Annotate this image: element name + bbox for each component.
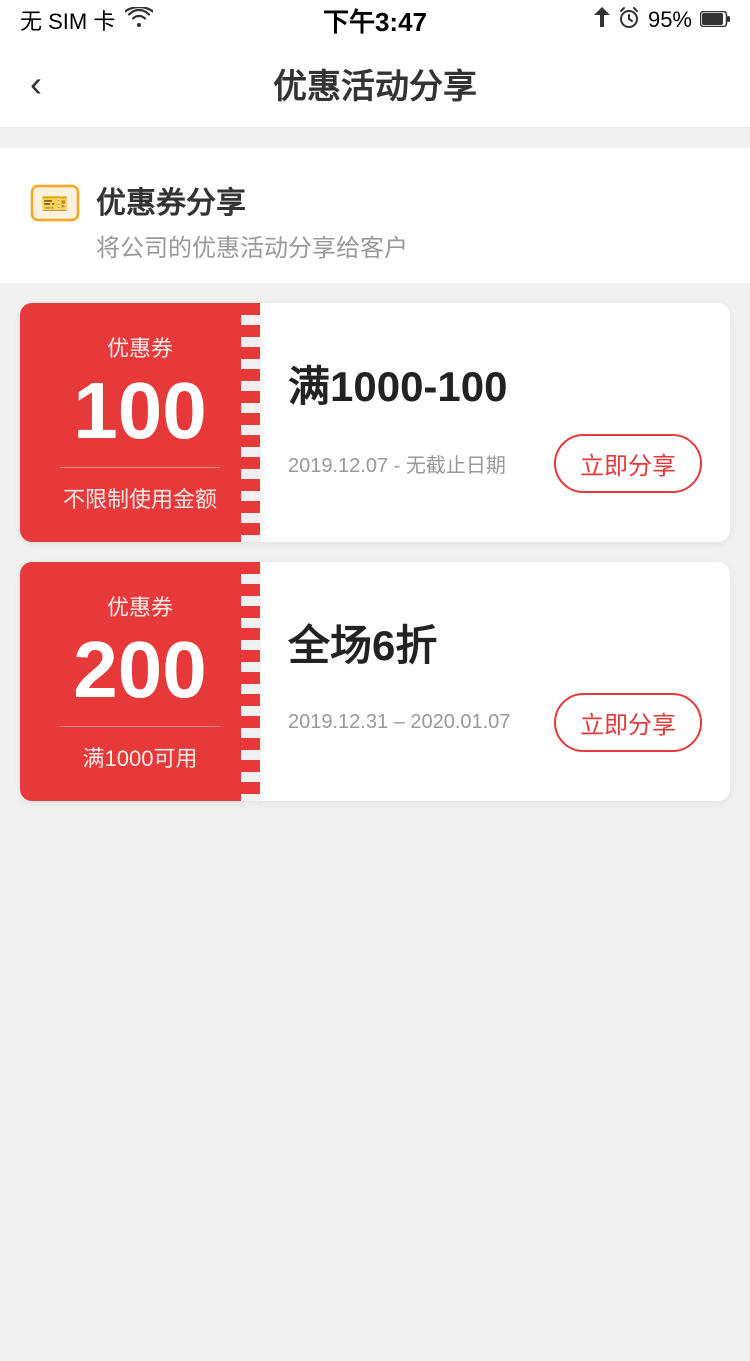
battery-text: 95% bbox=[648, 7, 692, 33]
coupon-amount-1: 100 bbox=[73, 371, 206, 451]
share-button-2[interactable]: 立即分享 bbox=[554, 693, 702, 752]
alarm-icon bbox=[618, 6, 640, 34]
section-header: 🎫 优惠券分享 将公司的优惠活动分享给客户 bbox=[0, 148, 750, 283]
coupon-card-2: 优惠券 200 满1000可用 全场6折 2019.12.31 – 2020.0… bbox=[20, 562, 730, 801]
coupon-condition-1: 不限制使用金额 bbox=[63, 482, 217, 514]
coupon-bottom-2: 2019.12.31 – 2020.01.07 立即分享 bbox=[288, 693, 702, 752]
coupon-left-2: 优惠券 200 满1000可用 bbox=[20, 562, 260, 801]
coupon-bottom-1: 2019.12.07 - 无截止日期 立即分享 bbox=[288, 434, 702, 493]
battery-icon bbox=[700, 7, 730, 33]
section-title: 优惠券分享 bbox=[96, 178, 408, 222]
status-bar: 无 SIM 卡 下午3:47 95% bbox=[0, 0, 750, 40]
coupon-name-2: 全场6折 bbox=[288, 612, 702, 673]
coupon-right-2: 全场6折 2019.12.31 – 2020.01.07 立即分享 bbox=[260, 562, 730, 801]
coupon-date-2: 2019.12.31 – 2020.01.07 bbox=[288, 711, 544, 734]
coupon-divider-2 bbox=[60, 726, 220, 727]
page-title: 优惠活动分享 bbox=[273, 59, 477, 108]
coupon-amount-2: 200 bbox=[73, 630, 206, 710]
coupon-card-1: 优惠券 100 不限制使用金额 满1000-100 2019.12.07 - 无… bbox=[20, 303, 730, 542]
coupon-date-1: 2019.12.07 - 无截止日期 bbox=[288, 449, 544, 478]
wifi-icon bbox=[125, 7, 153, 33]
back-button[interactable]: ‹ bbox=[30, 63, 42, 105]
coupon-list: 优惠券 100 不限制使用金额 满1000-100 2019.12.07 - 无… bbox=[0, 283, 750, 821]
status-right: 95% bbox=[594, 6, 730, 34]
section-subtitle: 将公司的优惠活动分享给客户 bbox=[96, 228, 408, 263]
carrier-text: 无 SIM 卡 bbox=[20, 4, 115, 36]
coupon-divider-1 bbox=[60, 467, 220, 468]
location-icon bbox=[594, 7, 610, 33]
coupon-share-icon: 🎫 bbox=[30, 178, 80, 228]
coupon-right-1: 满1000-100 2019.12.07 - 无截止日期 立即分享 bbox=[260, 303, 730, 542]
svg-text:🎫: 🎫 bbox=[41, 191, 68, 216]
share-button-1[interactable]: 立即分享 bbox=[554, 434, 702, 493]
status-time: 下午3:47 bbox=[323, 2, 427, 39]
coupon-name-1: 满1000-100 bbox=[288, 353, 702, 414]
coupon-type-label-1: 优惠券 bbox=[107, 331, 173, 363]
nav-bar: ‹ 优惠活动分享 bbox=[0, 40, 750, 128]
status-left: 无 SIM 卡 bbox=[20, 4, 153, 36]
coupon-type-label-2: 优惠券 bbox=[107, 590, 173, 622]
coupon-condition-2: 满1000可用 bbox=[83, 741, 198, 773]
section-text: 优惠券分享 将公司的优惠活动分享给客户 bbox=[96, 178, 408, 263]
empty-area bbox=[0, 821, 750, 1361]
coupon-left-1: 优惠券 100 不限制使用金额 bbox=[20, 303, 260, 542]
